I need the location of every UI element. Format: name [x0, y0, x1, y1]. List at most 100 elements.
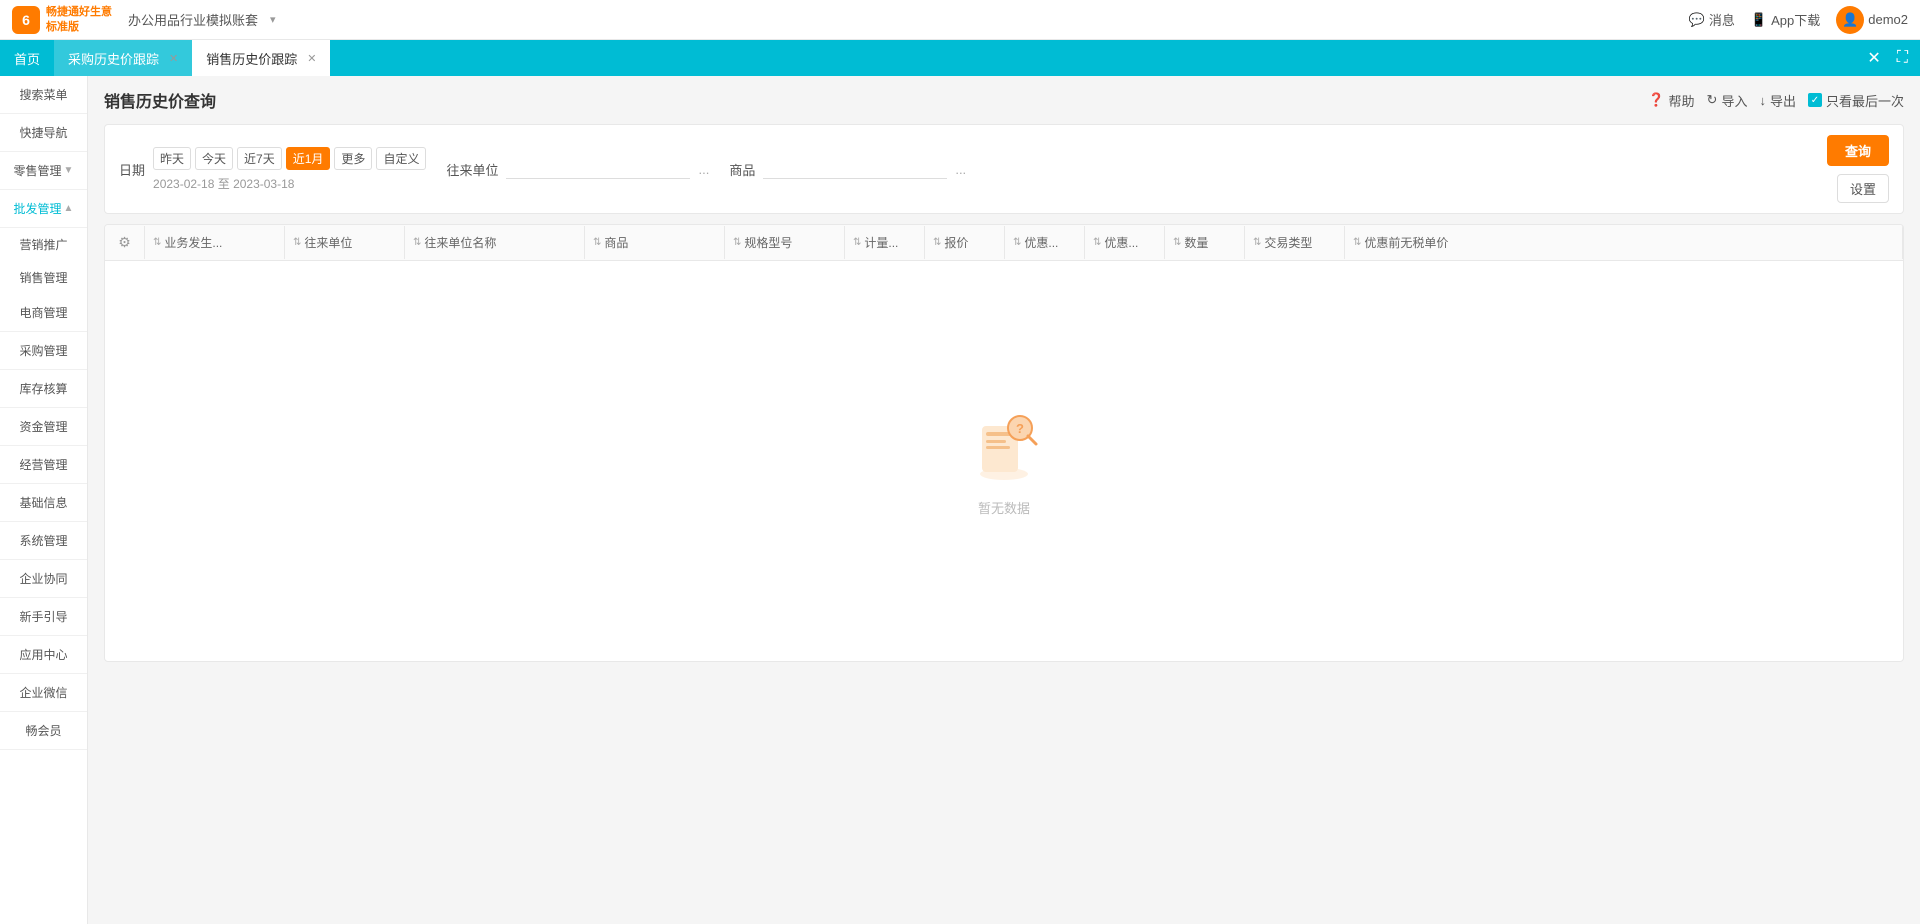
date-btn-yesterday[interactable]: 昨天 — [153, 147, 191, 170]
partner-input[interactable] — [506, 159, 690, 179]
sidebar-item-purchase[interactable]: 采购管理 — [0, 332, 87, 370]
th-trade-type[interactable]: ⇅ 交易类型 — [1245, 226, 1345, 259]
sidebar-item-ecommerce[interactable]: 电商管理 — [0, 294, 87, 332]
tab-home-label: 首页 — [14, 49, 40, 68]
sidebar-item-search-menu[interactable]: 搜索菜单 — [0, 76, 87, 114]
sidebar-item-quick-nav[interactable]: 快捷导航 — [0, 114, 87, 152]
logo-text: 畅捷通好生意 标准版 — [46, 5, 112, 34]
app-download-icon: 📱 — [1751, 12, 1767, 28]
sort-icon-discount1: ⇅ — [1013, 237, 1021, 248]
sort-icon-biz: ⇅ — [153, 237, 161, 248]
help-btn[interactable]: ❓ 帮助 — [1648, 91, 1694, 110]
tab-home[interactable]: 首页 — [0, 40, 54, 76]
sidebar-item-corp-wechat[interactable]: 企业微信 — [0, 674, 87, 712]
date-btn-custom[interactable]: 自定义 — [376, 147, 426, 170]
window-maximize-btn[interactable]: ⛶ — [1893, 47, 1912, 69]
sidebar-sub-sales[interactable]: 销售管理 — [0, 261, 87, 294]
top-bar-right: 💬 消息 📱 App下载 👤 demo2 — [1689, 6, 1908, 34]
th-spec[interactable]: ⇅ 规格型号 — [725, 226, 845, 259]
user-avatar-area[interactable]: 👤 demo2 — [1836, 6, 1908, 34]
date-btn-last7[interactable]: 近7天 — [237, 147, 282, 170]
date-label: 日期 — [119, 160, 145, 179]
sort-icon-goods: ⇅ — [593, 237, 601, 248]
th-calc-unit[interactable]: ⇅ 计量... — [845, 226, 925, 259]
goods-input[interactable] — [763, 159, 947, 179]
settings-button[interactable]: 设置 — [1837, 174, 1889, 203]
avatar: 👤 — [1836, 6, 1864, 34]
sidebar-search-label: 搜索菜单 — [19, 86, 67, 103]
th-partner-name[interactable]: ⇅ 往来单位名称 — [405, 226, 585, 259]
import-btn[interactable]: ↻ 导入 — [1707, 91, 1748, 110]
tab-purchase[interactable]: 采购历史价跟踪 ✕ — [54, 40, 192, 76]
goods-label: 商品 — [729, 160, 755, 179]
export-icon: ↓ — [1759, 93, 1766, 108]
sort-icon-discount2: ⇅ — [1093, 237, 1101, 248]
sort-icon-partner-name: ⇅ — [413, 237, 421, 248]
sort-icon-trade: ⇅ — [1253, 237, 1261, 248]
partner-label: 往来单位 — [446, 160, 498, 179]
checkbox-icon: ✓ — [1808, 93, 1822, 107]
th-partner-code[interactable]: ⇅ 往来单位 — [285, 226, 405, 259]
sort-icon-calc: ⇅ — [853, 237, 861, 248]
goods-dots[interactable]: ... — [955, 162, 966, 177]
sidebar-item-corp-coop[interactable]: 企业协同 — [0, 560, 87, 598]
sidebar-item-wholesale[interactable]: 批发管理 ▲ — [0, 190, 87, 228]
tab-sales[interactable]: 销售历史价跟踪 ✕ — [192, 40, 330, 76]
logo-area: 6 畅捷通好生意 标准版 — [12, 5, 112, 34]
sidebar-item-retail[interactable]: 零售管理 ▼ — [0, 152, 87, 190]
partner-filter-group: 往来单位 ... — [446, 159, 709, 179]
filter-right-actions: 查询 设置 — [1827, 135, 1889, 203]
sidebar-sub-marketing[interactable]: 营销推广 — [0, 228, 87, 261]
sidebar-item-inventory[interactable]: 库存核算 — [0, 370, 87, 408]
sort-icon-price: ⇅ — [933, 237, 941, 248]
query-button[interactable]: 查询 — [1827, 135, 1889, 166]
empty-state: ? 暂无数据 — [944, 346, 1064, 577]
logo-icon: 6 — [12, 6, 40, 34]
help-icon: ❓ — [1648, 92, 1664, 108]
th-discount1[interactable]: ⇅ 优惠... — [1005, 226, 1085, 259]
only-last-checkbox[interactable]: ✓ 只看最后一次 — [1808, 91, 1904, 110]
sort-icon-qty: ⇅ — [1173, 237, 1181, 248]
window-close-btn[interactable]: ✕ — [1863, 46, 1884, 70]
sidebar-quicknav-label: 快捷导航 — [19, 124, 67, 141]
page-actions: ❓ 帮助 ↻ 导入 ↓ 导出 ✓ 只看最后一次 — [1648, 91, 1904, 110]
th-quote-price[interactable]: ⇅ 报价 — [925, 226, 1005, 259]
date-options: 昨天 今天 近7天 近1月 更多 自定义 — [153, 147, 426, 170]
sidebar-item-operations[interactable]: 经营管理 — [0, 446, 87, 484]
sidebar-item-app-center[interactable]: 应用中心 — [0, 636, 87, 674]
app-dropdown-arrow[interactable]: ▾ — [270, 13, 276, 26]
th-biz-date[interactable]: ⇅ 业务发生... — [145, 226, 285, 259]
message-btn[interactable]: 💬 消息 — [1689, 10, 1735, 29]
tab-purchase-label: 采购历史价跟踪 — [68, 49, 159, 68]
svg-text:?: ? — [1016, 421, 1024, 436]
export-btn[interactable]: ↓ 导出 — [1759, 91, 1796, 110]
sidebar-item-system[interactable]: 系统管理 — [0, 522, 87, 560]
main-layout: 搜索菜单 快捷导航 零售管理 ▼ 批发管理 ▲ 营销推广 销售管理 电商管理 采… — [0, 76, 1920, 924]
th-notax-price[interactable]: ⇅ 优惠前无税单价 — [1345, 226, 1903, 259]
partner-dots[interactable]: ... — [698, 162, 709, 177]
import-icon: ↻ — [1707, 92, 1718, 108]
tab-sales-close[interactable]: ✕ — [307, 52, 316, 65]
tab-purchase-close[interactable]: ✕ — [169, 52, 178, 65]
table-settings-icon[interactable]: ⚙ — [105, 226, 145, 259]
date-range-text: 2023-02-18 至 2023-03-18 — [153, 175, 426, 192]
sort-icon-notax: ⇅ — [1353, 237, 1361, 248]
th-discount2[interactable]: ⇅ 优惠... — [1085, 226, 1165, 259]
sidebar-item-basic-info[interactable]: 基础信息 — [0, 484, 87, 522]
tab-bar: 首页 采购历史价跟踪 ✕ 销售历史价跟踪 ✕ ✕ ⛶ — [0, 40, 1920, 76]
wholesale-arrow-icon: ▲ — [64, 203, 74, 214]
table-header: ⚙ ⇅ 业务发生... ⇅ 往来单位 ⇅ 往来单位名称 ⇅ 商品 — [105, 225, 1903, 261]
th-qty[interactable]: ⇅ 数量 — [1165, 226, 1245, 259]
page-title: 销售历史价查询 — [104, 88, 216, 112]
table-body: ? 暂无数据 — [105, 261, 1903, 661]
sidebar-item-new-guide[interactable]: 新手引导 — [0, 598, 87, 636]
sidebar-item-finance[interactable]: 资金管理 — [0, 408, 87, 446]
th-goods[interactable]: ⇅ 商品 — [585, 226, 725, 259]
filter-bar: 日期 昨天 今天 近7天 近1月 更多 自定义 2023-02-18 至 202… — [104, 124, 1904, 214]
app-download-btn[interactable]: 📱 App下载 — [1751, 10, 1820, 29]
app-title: 办公用品行业模拟账套 — [128, 10, 258, 29]
date-btn-today[interactable]: 今天 — [195, 147, 233, 170]
sidebar-item-member[interactable]: 畅会员 — [0, 712, 87, 750]
date-btn-more[interactable]: 更多 — [334, 147, 372, 170]
date-btn-1month[interactable]: 近1月 — [286, 147, 331, 170]
